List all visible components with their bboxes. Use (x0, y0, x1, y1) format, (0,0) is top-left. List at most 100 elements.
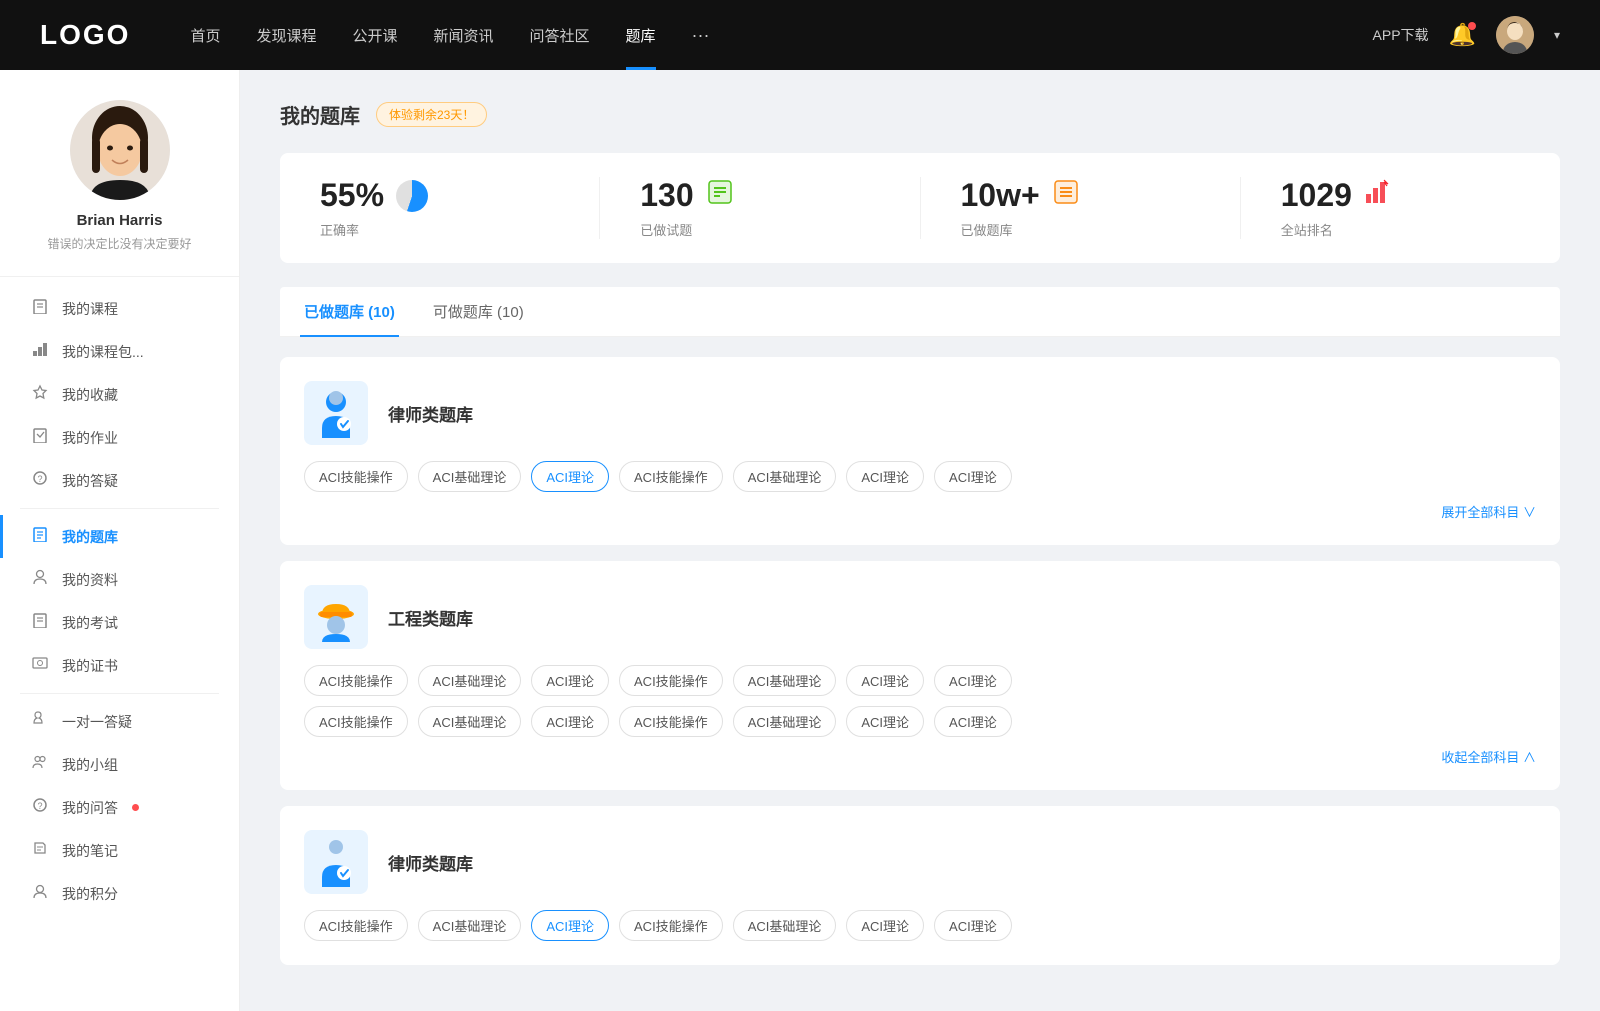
sidebar-item-label-course-pkg: 我的课程包... (62, 342, 144, 362)
tag-lawyer1-1[interactable]: ACI技能操作 (304, 461, 408, 492)
tag-eng-2[interactable]: ACI基础理论 (418, 665, 522, 696)
nav-news[interactable]: 新闻资讯 (434, 25, 494, 46)
tag-lawyer1-6[interactable]: ACI理论 (846, 461, 924, 492)
sidebar-item-label-favorites: 我的收藏 (62, 385, 118, 405)
tag-lawyer1-4[interactable]: ACI技能操作 (619, 461, 723, 492)
nav-discover[interactable]: 发现课程 (256, 25, 316, 46)
dropdown-arrow[interactable]: ▾ (1554, 28, 1560, 42)
tag-lawyer1-7[interactable]: ACI理论 (934, 461, 1012, 492)
sidebar-item-1v1[interactable]: 一对一答疑 (0, 700, 239, 743)
sidebar-item-label-quiz: 我的题库 (62, 527, 118, 547)
sidebar-item-notes[interactable]: 我的笔记 (0, 829, 239, 872)
stat-accuracy: 55% 正确率 (280, 177, 600, 239)
accuracy-pie-chart (396, 180, 428, 212)
sidebar-item-qa[interactable]: ? 我的答疑 (0, 459, 239, 502)
app-download-link[interactable]: APP下载 (1373, 25, 1429, 45)
quiz-icon-lawyer-1 (304, 381, 368, 445)
quiz-card-header-1: 律师类题库 (304, 381, 1536, 445)
tag-lawyer1-3[interactable]: ACI理论 (531, 461, 609, 492)
tag-lawyer2-1[interactable]: ACI技能操作 (304, 910, 408, 941)
sidebar-item-label-1v1: 一对一答疑 (62, 712, 132, 732)
quiz-category-title-lawyer-1: 律师类题库 (388, 401, 473, 426)
done-questions-icon (706, 178, 734, 213)
tag-eng-r2-6[interactable]: ACI理论 (846, 706, 924, 737)
tag-eng-r2-5[interactable]: ACI基础理论 (733, 706, 837, 737)
stats-container: 55% 正确率 130 (280, 153, 1560, 263)
nav-more[interactable]: ··· (692, 25, 710, 46)
tag-lawyer2-2[interactable]: ACI基础理论 (418, 910, 522, 941)
sidebar-item-questions[interactable]: ? 我的问答 (0, 786, 239, 829)
tag-eng-r2-4[interactable]: ACI技能操作 (619, 706, 723, 737)
tag-eng-1[interactable]: ACI技能操作 (304, 665, 408, 696)
nav-right: APP下载 🔔 ▾ (1373, 16, 1560, 54)
quiz-icon (30, 526, 50, 547)
sidebar-item-label-group: 我的小组 (62, 755, 118, 775)
tag-eng-r2-3[interactable]: ACI理论 (531, 706, 609, 737)
page-header: 我的题库 体验剩余23天！ (280, 100, 1560, 129)
stat-rank-label: 全站排名 (1281, 220, 1333, 239)
collapse-link-engineer[interactable]: 收起全部科目 ∧ (304, 747, 1536, 766)
tag-lawyer1-2[interactable]: ACI基础理论 (418, 461, 522, 492)
quiz-tags-engineer-row1: ACI技能操作 ACI基础理论 ACI理论 ACI技能操作 ACI基础理论 AC… (304, 665, 1536, 696)
tag-lawyer2-5[interactable]: ACI基础理论 (733, 910, 837, 941)
questions-dot (132, 804, 139, 811)
tag-eng-r2-1[interactable]: ACI技能操作 (304, 706, 408, 737)
questions-icon: ? (30, 797, 50, 818)
tag-eng-r2-7[interactable]: ACI理论 (934, 706, 1012, 737)
sidebar-item-group[interactable]: 我的小组 (0, 743, 239, 786)
quiz-card-header-lawyer-2: 律师类题库 (304, 830, 1536, 894)
tag-lawyer2-7[interactable]: ACI理论 (934, 910, 1012, 941)
nav-home[interactable]: 首页 (190, 25, 220, 46)
sidebar-item-label-points: 我的积分 (62, 884, 118, 904)
sidebar-item-points[interactable]: 我的积分 (0, 872, 239, 915)
sidebar-item-course-pkg[interactable]: 我的课程包... (0, 330, 239, 373)
sidebar-divider-1 (20, 508, 219, 509)
quiz-icon-lawyer-2 (304, 830, 368, 894)
sidebar-item-profile[interactable]: 我的资料 (0, 558, 239, 601)
notification-bell[interactable]: 🔔 (1449, 22, 1476, 48)
stat-banks-label: 已做题库 (961, 220, 1013, 239)
tag-eng-5[interactable]: ACI基础理论 (733, 665, 837, 696)
profile-icon (30, 569, 50, 590)
tag-eng-6[interactable]: ACI理论 (846, 665, 924, 696)
user-motto: 错误的决定比没有决定要好 (47, 235, 191, 252)
nav-quiz[interactable]: 题库 (626, 25, 656, 46)
tag-lawyer2-3[interactable]: ACI理论 (531, 910, 609, 941)
sidebar-item-cert[interactable]: 我的证书 (0, 644, 239, 687)
rank-icon (1364, 178, 1392, 213)
sidebar-menu: 我的课程 我的课程包... 我的收藏 我的作业 (0, 287, 239, 915)
tag-lawyer1-5[interactable]: ACI基础理论 (733, 461, 837, 492)
sidebar-item-label-profile: 我的资料 (62, 570, 118, 590)
sidebar-item-favorites[interactable]: 我的收藏 (0, 373, 239, 416)
user-name: Brian Harris (77, 212, 163, 229)
nav-open-course[interactable]: 公开课 (352, 25, 397, 46)
tab-available-banks[interactable]: 可做题库 (10) (429, 287, 528, 336)
logo[interactable]: LOGO (40, 19, 130, 51)
tag-lawyer2-4[interactable]: ACI技能操作 (619, 910, 723, 941)
quiz-icon-engineer (304, 585, 368, 649)
expand-link-lawyer-1[interactable]: 展开全部科目 ∨ (304, 502, 1536, 521)
exam-icon (30, 612, 50, 633)
quiz-card-lawyer-1: 律师类题库 ACI技能操作 ACI基础理论 ACI理论 ACI技能操作 ACI基… (280, 357, 1560, 545)
stat-accuracy-value: 55% (320, 177, 384, 214)
tag-eng-3[interactable]: ACI理论 (531, 665, 609, 696)
quiz-tags-lawyer-2: ACI技能操作 ACI基础理论 ACI理论 ACI技能操作 ACI基础理论 AC… (304, 910, 1536, 941)
nav-qa[interactable]: 问答社区 (530, 25, 590, 46)
tag-eng-r2-2[interactable]: ACI基础理论 (418, 706, 522, 737)
stat-done-top: 130 (640, 177, 733, 214)
sidebar-item-label-course: 我的课程 (62, 299, 118, 319)
sidebar: Brian Harris 错误的决定比没有决定要好 我的课程 我的课程包... (0, 70, 240, 1011)
favorites-icon (30, 384, 50, 405)
sidebar-item-homework[interactable]: 我的作业 (0, 416, 239, 459)
sidebar-item-quiz[interactable]: 我的题库 (0, 515, 239, 558)
tag-lawyer2-6[interactable]: ACI理论 (846, 910, 924, 941)
tag-eng-7[interactable]: ACI理论 (934, 665, 1012, 696)
sidebar-item-label-exam: 我的考试 (62, 613, 118, 633)
sidebar-item-exam[interactable]: 我的考试 (0, 601, 239, 644)
avatar[interactable] (1496, 16, 1534, 54)
quiz-card-engineer: 工程类题库 ACI技能操作 ACI基础理论 ACI理论 ACI技能操作 ACI基… (280, 561, 1560, 790)
tag-eng-4[interactable]: ACI技能操作 (619, 665, 723, 696)
stat-banks-value: 10w+ (961, 177, 1040, 214)
tab-done-banks[interactable]: 已做题库 (10) (300, 287, 399, 336)
sidebar-item-course[interactable]: 我的课程 (0, 287, 239, 330)
